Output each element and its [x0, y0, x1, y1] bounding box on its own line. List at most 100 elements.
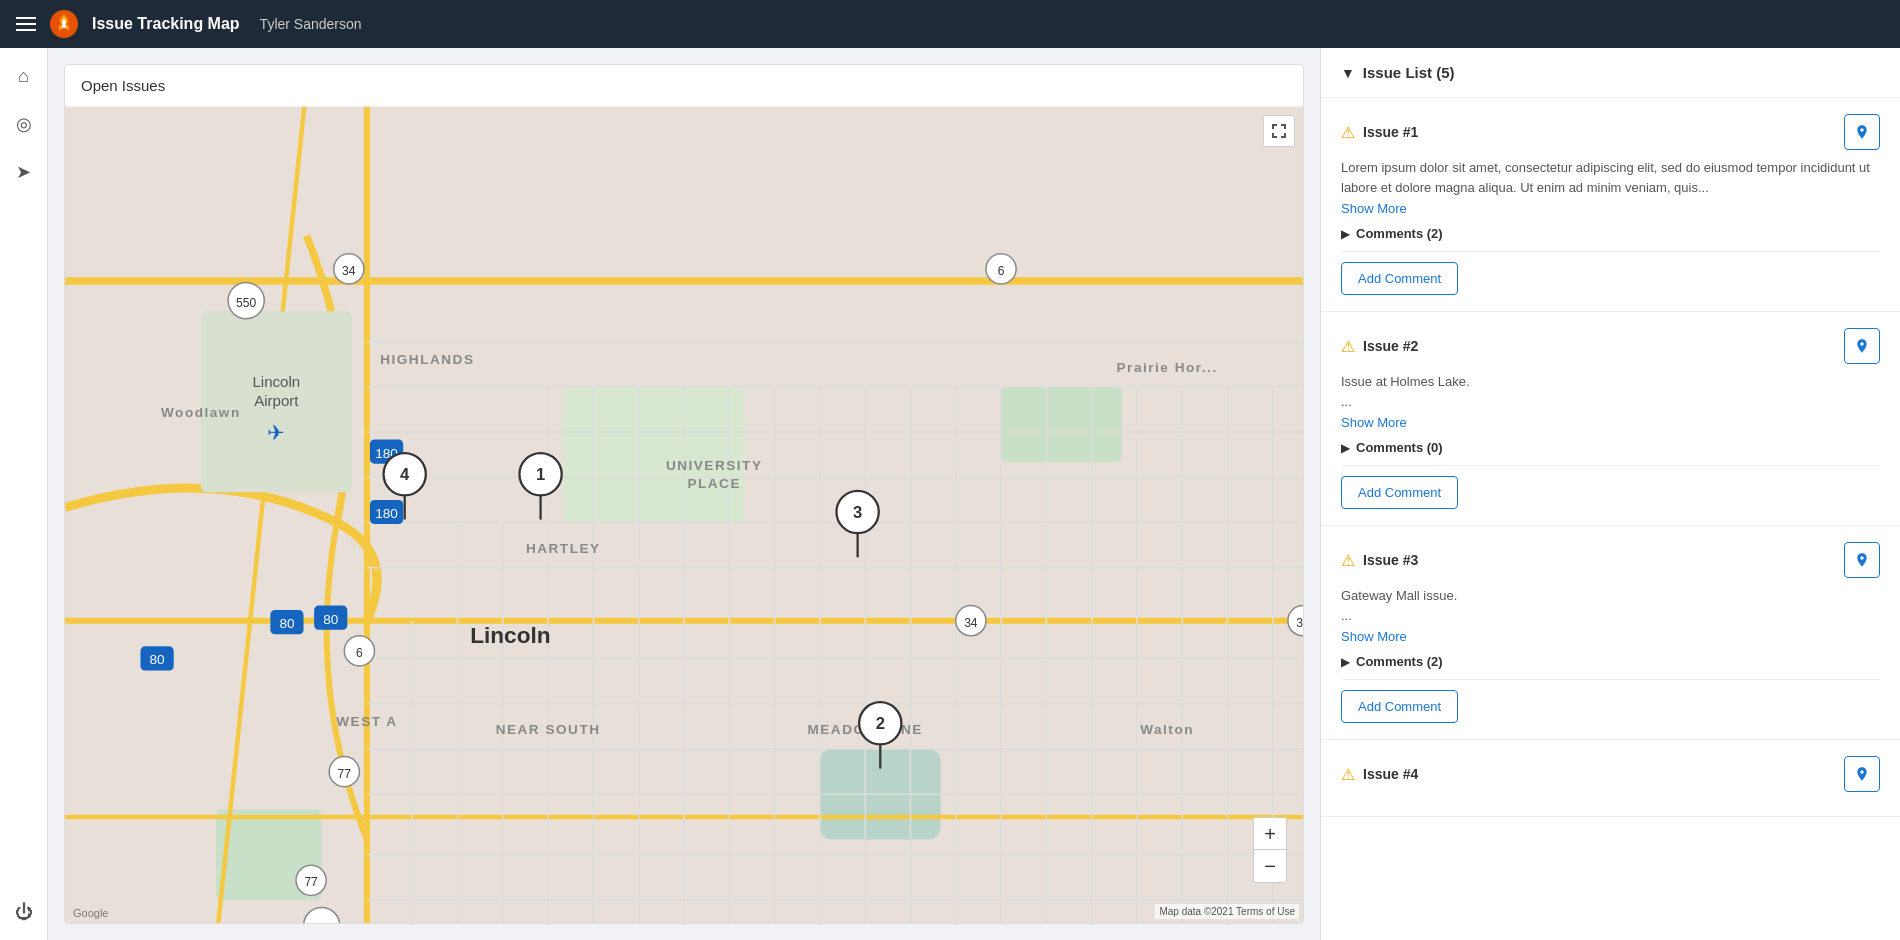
svg-text:Prairie Hor...: Prairie Hor... — [1117, 360, 1218, 375]
app-logo — [48, 8, 80, 40]
svg-text:550: 550 — [236, 296, 256, 310]
issue-3-show-more[interactable]: Show More — [1341, 629, 1880, 644]
issue-4-title: Issue #4 — [1363, 766, 1418, 782]
svg-rect-2 — [1001, 387, 1122, 462]
map-zoom-in-button[interactable]: + — [1254, 818, 1286, 850]
issue-3-comments-expand-icon[interactable]: ▶ — [1341, 655, 1350, 669]
issue-3-add-comment-button[interactable]: Add Comment — [1341, 690, 1458, 723]
map-attribution: Map data ©2021 Terms of Use — [1155, 904, 1299, 919]
issue-2-add-comment-button[interactable]: Add Comment — [1341, 476, 1458, 509]
app-header: Issue Tracking Map Tyler Sanderson — [0, 0, 1900, 48]
svg-text:Lincoln: Lincoln — [252, 373, 300, 390]
menu-icon[interactable] — [16, 17, 36, 31]
svg-text:2: 2 — [876, 714, 885, 733]
nav-navigate-icon[interactable]: ➤ — [12, 160, 36, 184]
header-username: Tyler Sanderson — [260, 16, 362, 32]
issue-1-location-button[interactable] — [1844, 114, 1880, 150]
svg-text:77: 77 — [304, 875, 318, 889]
issue-1-title: Issue #1 — [1363, 124, 1418, 140]
nav-location-icon[interactable]: ◎ — [12, 112, 36, 136]
issue-panel-header: ▼ Issue List (5) — [1321, 48, 1900, 98]
issue-4-location-button[interactable] — [1844, 756, 1880, 792]
issue-3-title-group: ⚠ Issue #3 — [1341, 551, 1418, 570]
svg-text:6: 6 — [998, 264, 1005, 278]
map-container: Open Issues — [48, 48, 1320, 940]
nav-power-icon[interactable]: ⏻ — [12, 900, 36, 924]
issue-4-title-group: ⚠ Issue #4 — [1341, 765, 1418, 784]
map-fullscreen-button[interactable] — [1263, 115, 1295, 147]
issue-3-title: Issue #3 — [1363, 552, 1418, 568]
svg-text:Lincoln: Lincoln — [470, 623, 550, 648]
issue-1-comments-label: Comments (2) — [1356, 226, 1443, 241]
issue-2-comments-expand-icon[interactable]: ▶ — [1341, 441, 1350, 455]
issue-2-comments-label: Comments (0) — [1356, 440, 1443, 455]
issue-2-warning-icon: ⚠ — [1341, 337, 1355, 356]
issue-2-title-group: ⚠ Issue #2 — [1341, 337, 1418, 356]
svg-text:HIGHLANDS: HIGHLANDS — [380, 352, 474, 367]
svg-text:34: 34 — [964, 616, 978, 630]
svg-text:1: 1 — [536, 465, 545, 484]
svg-text:180: 180 — [375, 506, 398, 521]
issue-item-2: ⚠ Issue #2 Issue at Holmes Lake.... Show… — [1321, 312, 1900, 526]
map-svg: Lincoln Airport ✈ HIGHLANDS UNIVERSITY P… — [65, 107, 1303, 923]
issue-3-warning-icon: ⚠ — [1341, 551, 1355, 570]
issue-3-comments-label: Comments (2) — [1356, 654, 1443, 669]
map-zoom-controls: + − — [1253, 817, 1287, 883]
nav-home-icon[interactable]: ⌂ — [12, 64, 36, 88]
map-google-logo: Google — [73, 907, 108, 919]
svg-text:WEST A: WEST A — [336, 714, 397, 729]
issue-panel: ▼ Issue List (5) ⚠ Issue #1 Lorem ipsum … — [1320, 48, 1900, 940]
issue-1-add-comment-button[interactable]: Add Comment — [1341, 262, 1458, 295]
issue-panel-collapse-icon[interactable]: ▼ — [1341, 65, 1355, 81]
issue-1-show-more[interactable]: Show More — [1341, 201, 1880, 216]
issue-1-comments-row: ▶ Comments (2) — [1341, 226, 1880, 252]
svg-text:Woodlawn: Woodlawn — [161, 405, 241, 420]
svg-text:✈: ✈ — [267, 421, 285, 444]
issue-2-comments-row: ▶ Comments (0) — [1341, 440, 1880, 466]
svg-text:UNIVERSITY: UNIVERSITY — [666, 458, 763, 473]
issue-4-warning-icon: ⚠ — [1341, 765, 1355, 784]
issue-3-location-button[interactable] — [1844, 542, 1880, 578]
svg-text:HARTLEY: HARTLEY — [526, 541, 601, 556]
app-title: Issue Tracking Map — [92, 15, 240, 33]
svg-text:PLACE: PLACE — [687, 476, 741, 491]
issue-3-description: Gateway Mall issue.... — [1341, 586, 1880, 625]
issue-1-warning-icon: ⚠ — [1341, 123, 1355, 142]
svg-text:80: 80 — [150, 652, 166, 667]
svg-text:3: 3 — [853, 503, 862, 522]
issue-2-title: Issue #2 — [1363, 338, 1418, 354]
svg-text:34: 34 — [1296, 616, 1303, 630]
svg-text:Walton: Walton — [1140, 722, 1194, 737]
issue-3-comments-row: ▶ Comments (2) — [1341, 654, 1880, 680]
svg-text:55W: 55W — [309, 921, 334, 923]
sidebar-nav: ⌂ ◎ ➤ ⏻ — [0, 48, 48, 940]
svg-text:NEAR SOUTH: NEAR SOUTH — [496, 722, 601, 737]
issue-list: ⚠ Issue #1 Lorem ipsum dolor sit amet, c… — [1321, 98, 1900, 940]
issue-panel-title: Issue List (5) — [1363, 64, 1455, 81]
map-wrapper: Open Issues — [64, 64, 1304, 924]
issue-1-title-group: ⚠ Issue #1 — [1341, 123, 1418, 142]
svg-text:6: 6 — [356, 646, 363, 660]
issue-item-1: ⚠ Issue #1 Lorem ipsum dolor sit amet, c… — [1321, 98, 1900, 312]
svg-text:4: 4 — [400, 465, 410, 484]
issue-1-header-row: ⚠ Issue #1 — [1341, 114, 1880, 150]
svg-text:80: 80 — [323, 612, 339, 627]
issue-item-4: ⚠ Issue #4 — [1321, 740, 1900, 817]
issue-item-3: ⚠ Issue #3 Gateway Mall issue.... Show M… — [1321, 526, 1900, 740]
issue-1-description: Lorem ipsum dolor sit amet, consectetur … — [1341, 158, 1880, 197]
svg-rect-5 — [563, 387, 744, 523]
issue-2-description: Issue at Holmes Lake.... — [1341, 372, 1880, 411]
svg-text:80: 80 — [279, 616, 295, 631]
svg-text:34: 34 — [342, 264, 356, 278]
map-content[interactable]: Lincoln Airport ✈ HIGHLANDS UNIVERSITY P… — [65, 107, 1303, 923]
map-zoom-out-button[interactable]: − — [1254, 850, 1286, 882]
issue-2-location-button[interactable] — [1844, 328, 1880, 364]
svg-text:77: 77 — [338, 767, 352, 781]
issue-2-show-more[interactable]: Show More — [1341, 415, 1880, 430]
issue-1-comments-expand-icon[interactable]: ▶ — [1341, 227, 1350, 241]
issue-2-header-row: ⚠ Issue #2 — [1341, 328, 1880, 364]
issue-3-header-row: ⚠ Issue #3 — [1341, 542, 1880, 578]
issue-4-header-row: ⚠ Issue #4 — [1341, 756, 1880, 792]
main-layout: ⌂ ◎ ➤ ⏻ Open Issues — [0, 48, 1900, 940]
map-title: Open Issues — [65, 65, 1303, 107]
